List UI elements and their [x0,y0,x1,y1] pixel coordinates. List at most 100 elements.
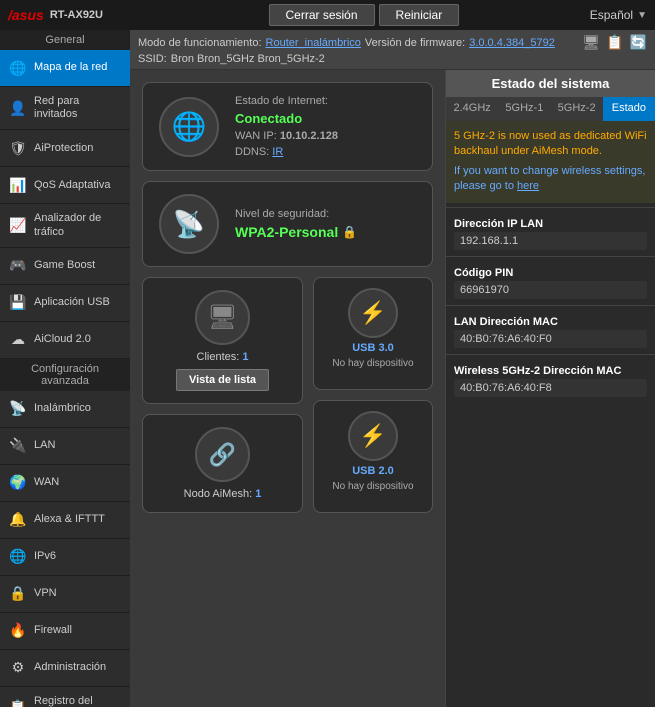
sidebar-label-administracion: Administración [34,661,106,674]
sidebar-item-alexa[interactable]: 🔔 Alexa & IFTTT [0,502,130,539]
ip-lan-value: 192.168.1.1 [454,232,647,250]
content-body: 🌐 Estado de Internet: Conectado WAN IP: … [130,70,655,707]
sidebar-label-game-boost: Game Boost [34,259,95,272]
view-list-button[interactable]: Vista de lista [176,369,269,391]
sidebar-label-aiprotection: AiProtection [34,142,93,155]
sidebar-item-game-boost[interactable]: 🎮 Game Boost [0,248,130,285]
security-info: Nivel de seguridad: WPA2-Personal 🔒 [235,208,357,240]
divider-1 [446,207,655,208]
mac-wifi-label: Wireless 5GHz-2 Dirección MAC [454,365,647,377]
ip-lan-section: Dirección IP LAN 192.168.1.1 [446,212,655,252]
usb-app-icon: 💾 [8,293,28,313]
usb1-label: USB 3.0 [352,342,394,354]
mode-label: Modo de funcionamiento: [138,37,262,49]
sidebar-item-ipv6[interactable]: 🌐 IPv6 [0,539,130,576]
sidebar-label-firewall: Firewall [34,624,72,637]
logout-button[interactable]: Cerrar sesión [269,4,375,26]
usb-status-icon: 🖥 [582,34,600,51]
usb-column: ⚡ USB 3.0 No hay dispositivo ⚡ USB 2.0 N… [313,277,433,513]
tab-5ghz-1[interactable]: 5GHz-1 [498,97,550,121]
language-selector[interactable]: Español ▼ [590,8,647,22]
sidebar-item-aicloud[interactable]: ☁ AiCloud 2.0 [0,322,130,359]
divider-3 [446,305,655,306]
aimesh-icon: 🔗 [195,427,250,482]
alexa-icon: 🔔 [8,510,28,530]
info-bar-row1: Modo de funcionamiento: Router_inalámbri… [138,34,647,51]
internet-status-label: Estado de Internet: [235,95,338,107]
sidebar-item-mapa-red[interactable]: 🌐 Mapa de la red [0,50,130,87]
ssid-label: SSID: [138,53,167,65]
usb2-icon: ⚡ [348,411,398,461]
refresh-icon[interactable]: 🔄 [630,34,647,51]
content-area: Modo de funcionamiento: Router_inalámbri… [130,30,655,707]
sidebar-item-red-invitados[interactable]: 👤 Red para invitados [0,87,130,130]
sidebar-item-firewall[interactable]: 🔥 Firewall [0,613,130,650]
pin-value: 66961970 [454,281,647,299]
ddns-link[interactable]: IR [272,146,283,158]
pin-label: Código PIN [454,267,647,279]
asus-logo: /asus [8,7,44,23]
wireless-icon: 📡 [8,399,28,419]
ddns-text: DDNS: IR [235,146,338,158]
status-panel: Estado del sistema 2.4GHz 5GHz-1 5GHz-2 … [445,70,655,707]
sidebar-label-wan: WAN [34,476,59,489]
status-tabs: 2.4GHz 5GHz-1 5GHz-2 Estado [446,97,655,121]
alert-line1: 5 GHz-2 is now used as dedicated WiFi ba… [454,129,647,160]
main-layout: General 🌐 Mapa de la red 👤 Red para invi… [0,30,655,707]
tab-estado[interactable]: Estado [603,97,655,121]
sidebar-label-aicloud: AiCloud 2.0 [34,333,91,346]
sidebar-item-administracion[interactable]: ⚙ Administración [0,650,130,687]
clients-label: Clientes: 1 [197,351,249,363]
sidebar-section-advanced: Configuración avanzada [0,359,130,391]
sidebar-label-registro: Registro del sistema [34,695,122,707]
top-bar: /asus RT-AX92U Cerrar sesión Reiniciar E… [0,0,655,30]
sidebar-item-analizador[interactable]: 📈 Analizador de tráfico [0,204,130,247]
mac-wifi-section: Wireless 5GHz-2 Dirección MAC 40:B0:76:A… [446,359,655,399]
router-icon: 🌐 [159,97,219,157]
sidebar-item-aiprotection[interactable]: 🛡 AiProtection [0,130,130,167]
sidebar-label-vpn: VPN [34,587,57,600]
aimesh-node: 🔗 Nodo AiMesh: 1 [142,414,303,513]
internet-status-value: Conectado [235,111,338,126]
sidebar-item-qos[interactable]: 📊 QoS Adaptativa [0,167,130,204]
tab-2.4ghz[interactable]: 2.4GHz [446,97,498,121]
sidebar-section-general: General [0,30,130,50]
alert-here-link[interactable]: here [517,180,539,192]
sidebar-item-wan[interactable]: 🌍 WAN [0,465,130,502]
traffic-analyzer-icon: 📈 [8,216,28,236]
firewall-icon: 🔥 [8,621,28,641]
sidebar-item-registro[interactable]: 📋 Registro del sistema [0,687,130,707]
mac-lan-section: LAN Dirección MAC 40:B0:76:A6:40:F0 [446,310,655,350]
network-status-icon: 📋 [606,34,623,51]
guest-network-icon: 👤 [8,98,28,118]
mode-value[interactable]: Router_inalámbrico [266,37,361,49]
sidebar-item-vpn[interactable]: 🔒 VPN [0,576,130,613]
aimesh-count: 1 [255,488,261,500]
divider-4 [446,354,655,355]
sidebar-item-lan[interactable]: 🔌 LAN [0,428,130,465]
ssid-values: Bron Bron_5GHz Bron_5GHz-2 [171,53,325,65]
sidebar-item-inalambrico[interactable]: 📡 Inalámbrico [0,391,130,428]
restart-button[interactable]: Reiniciar [379,4,460,26]
admin-icon: ⚙ [8,658,28,678]
divider-2 [446,256,655,257]
logo-area: /asus RT-AX92U [8,7,138,23]
sidebar-label-analizador: Analizador de tráfico [34,212,122,238]
usb1-status: No hay dispositivo [332,358,413,369]
sidebar-label-ipv6: IPv6 [34,550,56,563]
clients-icon: 🖥 [195,290,250,345]
usb1-icon: ⚡ [348,288,398,338]
log-icon: 📋 [8,698,28,707]
network-map-icon: 🌐 [8,58,28,78]
sidebar-label-mapa-red: Mapa de la red [34,61,107,74]
firmware-value[interactable]: 3.0.0.4.384_5792 [469,37,555,49]
firmware-label: Versión de firmware: [365,37,465,49]
mac-lan-value: 40:B0:76:A6:40:F0 [454,330,647,348]
ip-lan-label: Dirección IP LAN [454,218,647,230]
tab-5ghz-2[interactable]: 5GHz-2 [551,97,603,121]
security-label: Nivel de seguridad: [235,208,357,220]
sidebar-item-usb-app[interactable]: 💾 Aplicación USB [0,285,130,322]
usb1-node: ⚡ USB 3.0 No hay dispositivo [313,277,433,390]
model-name: RT-AX92U [50,9,103,21]
mac-lan-label: LAN Dirección MAC [454,316,647,328]
